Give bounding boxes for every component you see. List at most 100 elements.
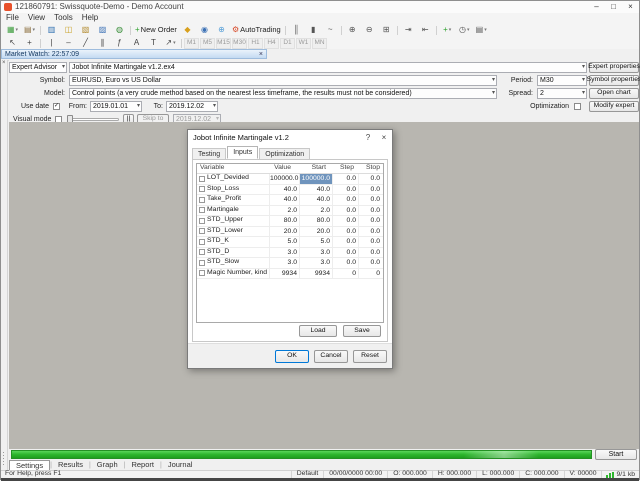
value-cell[interactable]: 9934 xyxy=(270,268,300,278)
row-checkbox[interactable] xyxy=(199,207,205,214)
zoom-out-button[interactable]: ⊖ xyxy=(361,24,378,37)
strategy-tester-button[interactable]: ◍ xyxy=(111,24,128,37)
timeframe-w1-button[interactable]: W1 xyxy=(296,37,311,49)
load-button[interactable]: Load xyxy=(299,325,337,337)
row-checkbox[interactable] xyxy=(199,249,205,256)
timeframe-mn-button[interactable]: MN xyxy=(312,37,327,49)
step-cell[interactable]: 0.0 xyxy=(333,195,359,205)
timeframe-m5-button[interactable]: M5 xyxy=(200,37,215,49)
table-row[interactable]: LOT_Devided 100000.0 100000.0 0.0 0.0 xyxy=(197,174,383,185)
table-row[interactable]: Take_Profit 40.0 40.0 0.0 0.0 xyxy=(197,195,383,206)
value-cell[interactable]: 100000.0 xyxy=(270,174,300,184)
start-cell[interactable]: 3.0 xyxy=(300,247,333,257)
column-header-step[interactable]: Step xyxy=(328,164,356,172)
step-cell[interactable]: 0.0 xyxy=(333,174,359,184)
expert-advisor-selector[interactable]: Jobot Infinite Martingale v1.2.ex4 xyxy=(69,62,587,73)
cursor-button[interactable]: ↖ xyxy=(4,37,21,50)
row-checkbox[interactable] xyxy=(199,270,205,277)
step-cell[interactable]: 0.0 xyxy=(333,226,359,236)
stop-cell[interactable]: 0.0 xyxy=(359,248,383,258)
model-selector[interactable]: Control points (a very crude method base… xyxy=(69,88,497,99)
timeframe-m15-button[interactable]: M15 xyxy=(216,37,231,49)
stop-cell[interactable]: 0.0 xyxy=(359,185,383,195)
close-tester-panel-icon[interactable]: × xyxy=(2,60,6,66)
start-cell[interactable]: 100000.0 xyxy=(300,174,333,184)
table-row[interactable]: STD_Lower 20.0 20.0 0.0 0.0 xyxy=(197,226,383,237)
line-chart-button[interactable]: ~ xyxy=(322,24,339,37)
templates-button[interactable]: ▤ ▾ xyxy=(473,24,490,37)
tab-settings[interactable]: Settings xyxy=(9,460,51,470)
navigator-button[interactable]: ▧ xyxy=(77,24,94,37)
modify-expert-button[interactable]: Modify expert xyxy=(589,101,639,112)
bar-chart-button[interactable]: ║ xyxy=(288,24,305,37)
timeframe-m30-button[interactable]: M30 xyxy=(232,37,247,49)
column-header-variable[interactable]: Variable xyxy=(197,164,261,172)
spread-selector[interactable]: 2 xyxy=(537,88,587,99)
start-cell[interactable]: 40.0 xyxy=(300,184,333,194)
start-cell[interactable]: 3.0 xyxy=(300,258,333,268)
step-cell[interactable]: 0.0 xyxy=(333,184,359,194)
start-button[interactable]: Start xyxy=(595,449,637,460)
value-cell[interactable]: 40.0 xyxy=(270,195,300,205)
new-order-button[interactable]: + New Order xyxy=(133,24,179,37)
row-checkbox[interactable] xyxy=(199,175,205,182)
table-row[interactable]: Magic Number, kind of...9934993400 xyxy=(197,268,383,279)
auto-scroll-button[interactable]: ⇥ xyxy=(400,24,417,37)
ok-button[interactable]: OK xyxy=(275,349,309,363)
menu-help[interactable]: Help xyxy=(82,14,98,22)
tab-graph[interactable]: Graph xyxy=(91,460,124,470)
zoom-in-button[interactable]: ⊕ xyxy=(344,24,361,37)
use-date-checkbox[interactable]: ✓ xyxy=(53,103,60,110)
table-row[interactable]: STD_K 5.0 5.0 0.0 0.0 xyxy=(197,237,383,248)
table-row[interactable]: Martingale 2.0 2.0 0.0 0.0 xyxy=(197,205,383,216)
market-watch-header[interactable]: Market Watch: 22:57:09 × xyxy=(1,49,267,59)
step-cell[interactable]: 0.0 xyxy=(333,205,359,215)
timeframe-d1-button[interactable]: D1 xyxy=(280,37,295,49)
maximize-icon[interactable]: □ xyxy=(605,1,622,13)
stop-cell[interactable]: 0.0 xyxy=(359,258,383,268)
step-cell[interactable]: 0.0 xyxy=(333,247,359,257)
close-icon[interactable]: × xyxy=(622,1,639,13)
vertical-line-button[interactable]: | xyxy=(43,37,60,50)
step-cell[interactable]: 0.0 xyxy=(333,237,359,247)
stop-cell[interactable]: 0.0 xyxy=(359,206,383,216)
start-cell[interactable]: 80.0 xyxy=(300,216,333,226)
value-cell[interactable]: 20.0 xyxy=(270,226,300,236)
symbol-selector[interactable]: EURUSD, Euro vs US Dollar xyxy=(69,75,497,86)
minimize-icon[interactable]: – xyxy=(588,1,605,13)
step-cell[interactable]: 0.0 xyxy=(333,216,359,226)
value-cell[interactable]: 2.0 xyxy=(270,205,300,215)
optimization-checkbox[interactable] xyxy=(574,103,581,110)
stop-cell[interactable]: 0.0 xyxy=(359,195,383,205)
chart-shift-button[interactable]: ⇤ xyxy=(417,24,434,37)
value-cell[interactable]: 80.0 xyxy=(270,216,300,226)
value-cell[interactable]: 3.0 xyxy=(270,247,300,257)
dialog-close-icon[interactable]: × xyxy=(376,130,392,145)
market-watch-button[interactable]: ▥ xyxy=(43,24,60,37)
menu-file[interactable]: File xyxy=(6,14,19,22)
profiles-button[interactable]: ▤ ▾ xyxy=(21,24,38,37)
start-cell[interactable]: 2.0 xyxy=(300,205,333,215)
column-header-value[interactable]: Value xyxy=(261,164,293,172)
timeframe-m1-button[interactable]: M1 xyxy=(184,37,199,49)
column-header-stop[interactable]: Stop xyxy=(356,164,383,172)
experts-button[interactable]: ◉ xyxy=(196,24,213,37)
dialog-title-bar[interactable]: Jobot Infinite Martingale v1.2 ? × xyxy=(188,130,392,145)
community-button[interactable]: ⊕ xyxy=(213,24,230,37)
menu-tools[interactable]: Tools xyxy=(54,14,73,22)
crosshair-button[interactable]: + xyxy=(21,37,38,50)
tester-panel-grip[interactable]: × xyxy=(1,60,8,470)
stop-cell[interactable]: 0.0 xyxy=(359,227,383,237)
tab-results[interactable]: Results xyxy=(52,460,89,470)
stop-cell[interactable]: 0 xyxy=(359,269,383,279)
visual-speed-slider[interactable] xyxy=(67,118,119,121)
periods-button[interactable]: ◷ ▾ xyxy=(456,24,473,37)
timeframe-h4-button[interactable]: H4 xyxy=(264,37,279,49)
new-chart-button[interactable]: ▦ ▾ xyxy=(4,24,21,37)
candlestick-chart-button[interactable]: ▮ xyxy=(305,24,322,37)
dialog-tab-optimization[interactable]: Optimization xyxy=(259,148,311,159)
table-row[interactable]: STD_D 3.0 3.0 0.0 0.0 xyxy=(197,247,383,258)
row-checkbox[interactable] xyxy=(199,238,205,245)
row-checkbox[interactable] xyxy=(199,259,205,266)
table-row[interactable]: Stop_Loss 40.0 40.0 0.0 0.0 xyxy=(197,184,383,195)
